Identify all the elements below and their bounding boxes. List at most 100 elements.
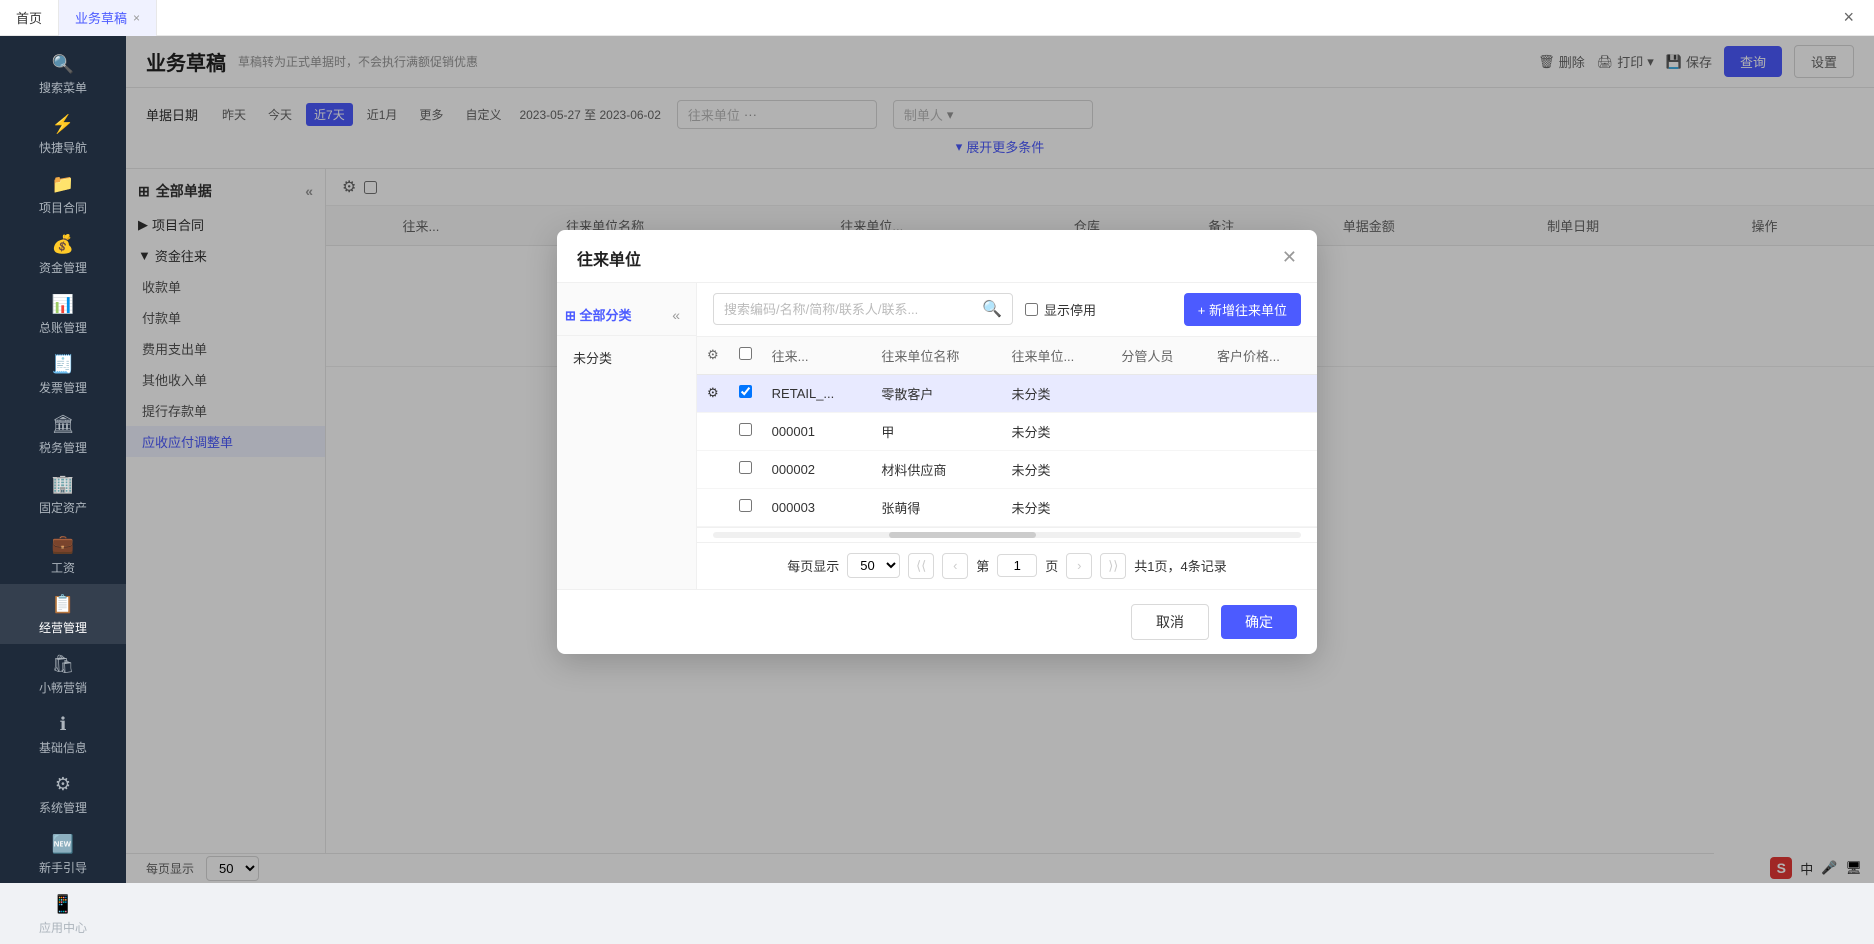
row-manager-3 [1111,450,1207,488]
tab-home[interactable]: 首页 [0,0,59,36]
modal-dialog: 往来单位 ✕ ⊞ 全部分类 « 未分类 🔍 显 [557,230,1317,654]
modal-scrollbar-wrap [697,527,1317,542]
modal-pagination: 每页显示 50 ⟨⟨ ‹ 第 页 › ⟩⟩ 共1页，4条记录 [697,542,1317,589]
account-mgmt-icon: 📊 [52,294,74,315]
sidebar-item-app-center[interactable]: 📱 应用中心 [0,884,126,944]
show-inactive-checkbox[interactable] [1025,303,1038,316]
sidebar-label-quick-nav: 快捷导航 [39,139,87,156]
sidebar-label-new-guide: 新手引导 [39,859,87,876]
modal-scrollbar[interactable] [713,532,1301,538]
page-last-btn[interactable]: ⟩⟩ [1100,553,1126,579]
sidebar-label-account-mgmt: 总账管理 [39,319,87,336]
row-checkbox-2-wrap [729,412,762,450]
sidebar: 🔍 搜索菜单 ⚡ 快捷导航 📁 项目合同 💰 资金管理 📊 总账管理 🧾 发票管… [0,36,126,883]
table-row[interactable]: 000003 张萌得 未分类 [697,488,1317,526]
modal-per-page-select[interactable]: 50 [847,553,900,578]
modal-col-category: 往来单位... [1001,337,1111,375]
search-menu-icon: 🔍 [52,54,74,75]
table-row[interactable]: ⚙ RETAIL_... 零散客户 未分类 [697,374,1317,412]
tab-active[interactable]: 业务草稿 × [59,0,157,36]
row-checkbox-4[interactable] [739,499,752,512]
sidebar-label-project-contract: 项目合同 [39,199,87,216]
modal-select-all[interactable] [739,347,752,360]
small-shop-icon: 🛍 [52,654,75,675]
show-inactive-label[interactable]: 显示停用 [1025,300,1096,319]
sidebar-item-biz-mgmt[interactable]: 📋 经营管理 [0,584,126,644]
modal-page-label: 第 [976,556,989,575]
row-settings-3 [697,450,729,488]
modal-main: 🔍 显示停用 + 新增往来单位 ⚙ 往来... 往来单位名称 [697,283,1317,589]
row-category-2: 未分类 [1001,412,1111,450]
page-prev-btn[interactable]: ‹ [942,553,968,579]
modal-collapse-btn[interactable]: « [664,299,688,331]
sidebar-label-fixed-assets: 固定资产 [39,499,87,516]
sidebar-item-invoice-mgmt[interactable]: 🧾 发票管理 [0,344,126,404]
sidebar-label-sys-mgmt: 系统管理 [39,799,87,816]
sidebar-label-search-menu: 搜索菜单 [39,79,87,96]
modal-search-input[interactable]: 🔍 [713,293,1013,325]
modal-toolbar: 🔍 显示停用 + 新增往来单位 [697,283,1317,337]
row-checkbox-2[interactable] [739,423,752,436]
sidebar-item-sys-mgmt[interactable]: ⚙ 系统管理 [0,764,126,824]
salary-icon: 💼 [52,534,74,555]
modal-page-input[interactable] [997,554,1037,577]
search-icon: 🔍 [982,299,1002,319]
add-partner-button[interactable]: + 新增往来单位 [1184,293,1301,326]
confirm-button[interactable]: 确定 [1221,605,1297,639]
modal-sidebar-category-header: ⊞ 全部分类 [565,305,632,324]
sidebar-item-account-mgmt[interactable]: 📊 总账管理 [0,284,126,344]
sidebar-label-small-shop: 小畅营销 [39,679,87,696]
row-checkbox-3-wrap [729,450,762,488]
sidebar-label-app-center: 应用中心 [39,919,87,936]
sidebar-item-basic-info[interactable]: ℹ 基础信息 [0,704,126,764]
row-manager-2 [1111,412,1207,450]
table-row[interactable]: 000001 甲 未分类 [697,412,1317,450]
row-code-1: RETAIL_... [762,374,872,412]
row-category-1: 未分类 [1001,374,1111,412]
cancel-button[interactable]: 取消 [1131,604,1209,640]
invoice-mgmt-icon: 🧾 [52,354,74,375]
modal-col-name: 往来单位名称 [871,337,1001,375]
sidebar-item-fixed-assets[interactable]: 🏢 固定资产 [0,464,126,524]
sidebar-item-search-menu[interactable]: 🔍 搜索菜单 [0,44,126,104]
page-first-btn[interactable]: ⟨⟨ [908,553,934,579]
page-next-btn[interactable]: › [1066,553,1092,579]
tax-mgmt-icon: 🏛 [52,414,75,435]
row-checkbox-1[interactable] [739,385,752,398]
modal-close-icon[interactable]: ✕ [1282,247,1297,268]
modal-col-settings: ⚙ [697,337,729,375]
row-price-4 [1207,488,1317,526]
sidebar-item-project-contract[interactable]: 📁 项目合同 [0,164,126,224]
table-row[interactable]: 000002 材料供应商 未分类 [697,450,1317,488]
sidebar-label-fund-mgmt: 资金管理 [39,259,87,276]
modal-per-page-label: 每页显示 [787,556,839,575]
modal-table: ⚙ 往来... 往来单位名称 往来单位... 分管人员 客户价格... ⚙ [697,337,1317,527]
modal-table-wrap: ⚙ 往来... 往来单位名称 往来单位... 分管人员 客户价格... ⚙ [697,337,1317,527]
window-close-icon[interactable]: × [1835,7,1862,28]
row-manager-4 [1111,488,1207,526]
sidebar-item-new-guide[interactable]: 🆕 新手引导 [0,824,126,884]
sidebar-item-fund-mgmt[interactable]: 💰 资金管理 [0,224,126,284]
modal-total: 共1页，4条记录 [1134,556,1226,575]
sidebar-item-small-shop[interactable]: 🛍 小畅营销 [0,644,126,704]
modal-header: 往来单位 ✕ [557,230,1317,283]
search-text-field[interactable] [724,302,976,317]
sidebar-item-salary[interactable]: 💼 工资 [0,524,126,584]
row-checkbox-3[interactable] [739,461,752,474]
row-checkbox [729,374,762,412]
row-price-3 [1207,450,1317,488]
row-name-1: 零散客户 [871,374,1001,412]
row-price-2 [1207,412,1317,450]
sidebar-item-tax-mgmt[interactable]: 🏛 税务管理 [0,404,126,464]
sidebar-label-invoice-mgmt: 发票管理 [39,379,87,396]
modal-scrollbar-thumb[interactable] [889,532,1036,538]
app-center-icon: 📱 [52,894,74,915]
biz-mgmt-icon: 📋 [52,594,74,615]
modal-sidebar-item-uncategorized[interactable]: 未分类 [557,340,696,375]
sidebar-item-quick-nav[interactable]: ⚡ 快捷导航 [0,104,126,164]
tab-close-icon[interactable]: × [133,11,140,25]
row-name-2: 甲 [871,412,1001,450]
modal-sidebar-uncategorized-label: 未分类 [573,351,612,366]
row-checkbox-4-wrap [729,488,762,526]
modal-col-code: 往来... [762,337,872,375]
